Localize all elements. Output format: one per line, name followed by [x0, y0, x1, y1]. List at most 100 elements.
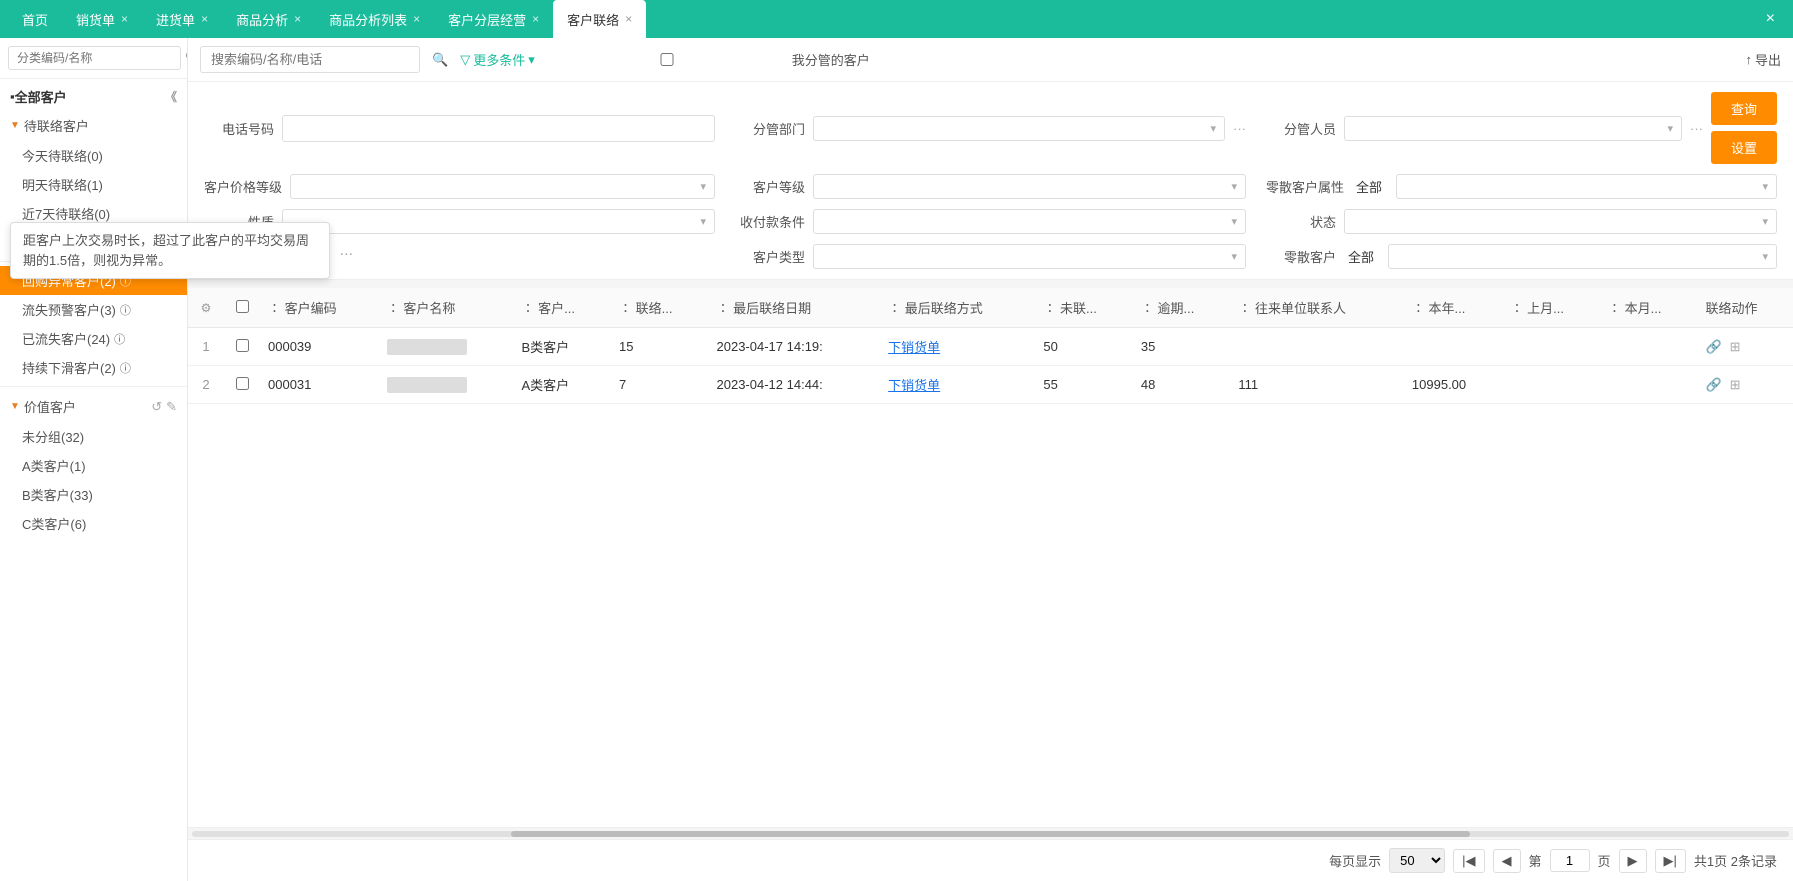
- chevron-ctype: ▾: [1231, 250, 1237, 263]
- grid-action-icon[interactable]: ⊞: [1730, 339, 1741, 355]
- row-this-year: 10995.00: [1404, 366, 1503, 404]
- col-customer-code-label: ∶: [268, 301, 285, 316]
- sidebar: 🔍 ▪ 全部客户 《 ▼ 待联络客户 今天待联络(0) 明天待联络(1) 近7天…: [0, 38, 188, 881]
- my-customers-checkbox-label[interactable]: 我分管的客户: [547, 50, 870, 69]
- manager-select[interactable]: ▾: [1344, 116, 1682, 141]
- retail-attr-select[interactable]: ▾: [1396, 174, 1777, 199]
- tooltip-box: 距客户上次交易时长，超过了此客户的平均交易周期的1.5倍，则视为异常。: [188, 222, 330, 279]
- status-select[interactable]: ▾: [1344, 209, 1777, 234]
- nav-customer-contact[interactable]: 客户联络 ×: [553, 0, 646, 38]
- dept-label: 分管部门: [735, 119, 805, 138]
- nav-close-purchase[interactable]: ×: [201, 12, 208, 26]
- sidebar-item-lost-pre[interactable]: 流失预警客户(3) ⓘ: [0, 295, 187, 324]
- sidebar-waiting-contact-group[interactable]: ▼ 待联络客户: [0, 110, 187, 141]
- top-navigation: 首页 销货单 × 进货单 × 商品分析 × 商品分析列表 × 客户分层经营 × …: [0, 0, 1793, 38]
- sidebar-item-class-b[interactable]: B类客户(33): [0, 480, 187, 509]
- payment-select[interactable]: ▾: [813, 209, 1246, 234]
- more-conditions-button[interactable]: ▽ 更多条件 ▾: [460, 50, 535, 69]
- sidebar-value-customers-group[interactable]: ▼ 价值客户 ↺ ✎: [0, 391, 187, 422]
- next-page-button[interactable]: ▶: [1619, 849, 1647, 873]
- col-checkbox[interactable]: [224, 288, 260, 328]
- nav-close-sales[interactable]: ×: [121, 12, 128, 26]
- row-no-contact: 50: [1035, 328, 1133, 366]
- first-page-button[interactable]: |◀: [1453, 849, 1484, 873]
- sidebar-item-keep-down[interactable]: 持续下滑客户(2) ⓘ: [0, 353, 187, 382]
- nav-product-analysis[interactable]: 商品分析 ×: [222, 0, 315, 38]
- gender-select[interactable]: ▾: [282, 209, 715, 234]
- link-action-icon[interactable]: 🔗: [1705, 377, 1721, 393]
- row-checkbox[interactable]: [236, 377, 249, 390]
- settings-button[interactable]: 设置: [1711, 131, 1777, 164]
- dept-dots[interactable]: ···: [1690, 121, 1703, 136]
- export-button[interactable]: ↑ 导出: [1745, 50, 1781, 69]
- search-button[interactable]: 🔍: [432, 52, 448, 68]
- nav-product-analysis-list[interactable]: 商品分析列表 ×: [315, 0, 434, 38]
- row-last-month: [1502, 328, 1600, 366]
- customer-type-select[interactable]: ▾: [813, 244, 1246, 269]
- prev-page-button[interactable]: ◀: [1493, 849, 1521, 873]
- filter-action-buttons: 查询 设置: [1711, 92, 1777, 164]
- sidebar-item-already-lost[interactable]: 已流失客户(24) ⓘ: [0, 324, 187, 353]
- sidebar-collapse-button[interactable]: 《: [165, 88, 177, 105]
- edit-icon[interactable]: ✎: [166, 399, 177, 415]
- row-overdue: 35: [1133, 328, 1231, 366]
- horizontal-scrollbar[interactable]: [188, 827, 1793, 839]
- sidebar-item-today-contact[interactable]: 今天待联络(0): [0, 141, 187, 170]
- customer-level-select[interactable]: ▾: [813, 174, 1246, 199]
- grid-action-icon[interactable]: ⊞: [1730, 377, 1741, 393]
- filter-row-price-level: 客户价格等级 ▾: [204, 174, 715, 199]
- select-all-checkbox[interactable]: [236, 300, 249, 313]
- row-this-month: [1600, 328, 1698, 366]
- retail-customer-label: 零散客户: [1266, 247, 1336, 266]
- row-last-contact-date: 2023-04-12 14:44:: [709, 366, 881, 404]
- info-icon-keep-down: ⓘ: [120, 360, 131, 376]
- search-input[interactable]: [200, 46, 420, 73]
- sidebar-item-class-c[interactable]: C类客户(6): [0, 509, 187, 538]
- dept-select[interactable]: ▾: [813, 116, 1225, 141]
- col-settings[interactable]: ⚙: [188, 288, 224, 328]
- scrollbar-thumb[interactable]: [511, 831, 1469, 837]
- col-no-contact: ∶ 未联...: [1035, 288, 1133, 328]
- filter-row-customer-level: 客户等级 ▾: [735, 174, 1246, 199]
- row-checkbox[interactable]: [236, 339, 249, 352]
- sidebar-all-customers-title[interactable]: ▪ 全部客户 《: [0, 79, 187, 110]
- nav-home[interactable]: 首页: [8, 0, 62, 38]
- nav-sales-order[interactable]: 销货单 ×: [62, 0, 142, 38]
- nav-close-product-list[interactable]: ×: [413, 12, 420, 26]
- filter-icon: ▽: [460, 52, 470, 68]
- window-close-button[interactable]: ×: [1756, 10, 1785, 28]
- phone-input[interactable]: [282, 115, 715, 142]
- my-customers-checkbox[interactable]: [547, 53, 787, 66]
- nav-close-segment[interactable]: ×: [532, 12, 539, 26]
- nav-customer-segment[interactable]: 客户分层经营 ×: [434, 0, 553, 38]
- sidebar-item-class-a[interactable]: A类客户(1): [0, 451, 187, 480]
- per-page-select[interactable]: 50 20 100: [1389, 848, 1445, 873]
- retail-customer-select[interactable]: ▾: [1388, 244, 1777, 269]
- customer-table: ⚙ ∶ 客户编码 ∶ 客户名称 ∶ 客户... ∶ 联络...: [188, 288, 1793, 404]
- data-table-wrapper: ⚙ ∶ 客户编码 ∶ 客户名称 ∶ 客户... ∶ 联络...: [188, 288, 1793, 827]
- link-action-icon[interactable]: 🔗: [1705, 339, 1721, 355]
- filter-row-phone: 电话号码: [204, 92, 715, 164]
- manager-dots[interactable]: ···: [1233, 121, 1246, 136]
- nav-purchase-order[interactable]: 进货单 ×: [142, 0, 222, 38]
- nav-close-contact[interactable]: ×: [625, 12, 632, 26]
- row-checkbox-cell[interactable]: [224, 328, 260, 366]
- row-num: 1: [188, 328, 224, 366]
- price-level-label: 客户价格等级: [204, 177, 282, 196]
- sidebar-item-unclassified[interactable]: 未分组(32): [0, 422, 187, 451]
- row-last-contact-method[interactable]: 下销货单: [880, 328, 1035, 366]
- refresh-icon[interactable]: ↺: [151, 399, 162, 415]
- content-area: 🔍 ▽ 更多条件 ▾ 我分管的客户 ↑ 导出 电话号码 分管部: [188, 38, 1793, 881]
- nav-close-product-analysis[interactable]: ×: [294, 12, 301, 26]
- price-level-select[interactable]: ▾: [290, 174, 715, 199]
- row-checkbox-cell[interactable]: [224, 366, 260, 404]
- per-page-label: 每页显示: [1329, 851, 1381, 870]
- last-page-button[interactable]: ▶|: [1655, 849, 1686, 873]
- page-number-input[interactable]: [1550, 849, 1590, 872]
- sidebar-search-input[interactable]: [8, 46, 181, 70]
- query-button[interactable]: 查询: [1711, 92, 1777, 125]
- chevron-gender: ▾: [700, 215, 706, 228]
- customer-level-label: 客户等级: [735, 177, 805, 196]
- sidebar-item-tomorrow-contact[interactable]: 明天待联络(1): [0, 170, 187, 199]
- row-last-contact-method[interactable]: 下销货单: [880, 366, 1035, 404]
